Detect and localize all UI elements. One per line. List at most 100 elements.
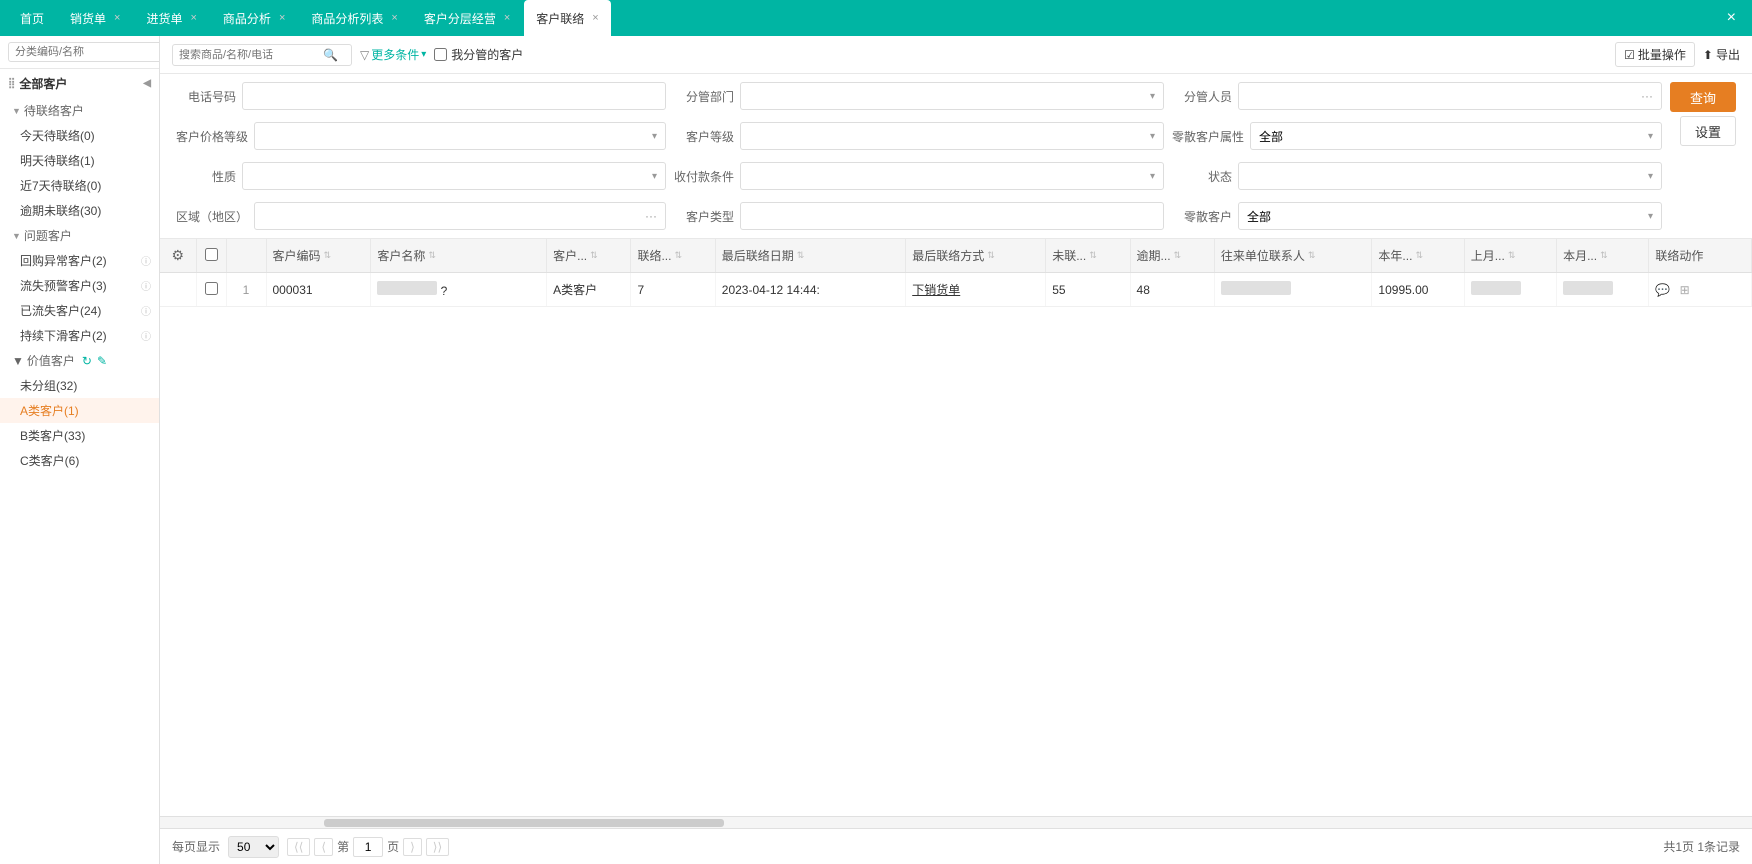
sidebar-item-today[interactable]: 今天待联络(0) xyxy=(0,123,159,148)
phone-input[interactable] xyxy=(242,82,666,110)
customer-level-label: 客户等级 xyxy=(674,128,734,145)
filter-more-btn[interactable]: ▽ 更多条件 ▾ xyxy=(360,46,426,63)
sidebar-search-input[interactable] xyxy=(8,42,160,62)
sort-lastmonth-icon[interactable]: ⇅ xyxy=(1508,250,1516,261)
col-select-all xyxy=(196,239,226,273)
sidebar-problem-group[interactable]: ▼ 问题客户 xyxy=(0,223,159,248)
row-checkbox-cell xyxy=(196,273,226,307)
filter-payment: 收付款条件 ▾ xyxy=(674,162,1164,190)
nav-tab-purchase[interactable]: 进货单 × xyxy=(134,0,208,36)
nav-tab-product-list[interactable]: 商品分析列表 × xyxy=(299,0,409,36)
export-button[interactable]: ⬆ 导出 xyxy=(1703,46,1740,63)
settings-gear-icon[interactable]: ⚙ xyxy=(171,247,184,263)
payment-chevron: ▾ xyxy=(1150,171,1155,182)
close-product-list-icon[interactable]: × xyxy=(391,12,397,24)
sort-code-icon[interactable]: ⇅ xyxy=(324,250,332,261)
customer-type-label: 客户类型 xyxy=(674,208,734,225)
status-select[interactable]: ▾ xyxy=(1238,162,1662,190)
sidebar-all-customers[interactable]: ⣿ 全部客户 ◀ xyxy=(0,69,159,98)
first-page-button[interactable]: ⟨⟨ xyxy=(287,838,310,856)
nav-tab-home[interactable]: 首页 xyxy=(8,0,56,36)
sort-type-icon[interactable]: ⇅ xyxy=(590,250,598,261)
sort-unitcontact-icon[interactable]: ⇅ xyxy=(1308,250,1316,261)
sidebar-item-overdue[interactable]: 逾期未联络(30) xyxy=(0,198,159,223)
horizontal-scrollbar[interactable] xyxy=(160,816,1752,828)
my-customers-checkbox[interactable] xyxy=(434,48,447,61)
scroll-thumb[interactable] xyxy=(324,819,724,827)
row-checkbox[interactable] xyxy=(205,282,218,295)
sidebar-item-abnormal[interactable]: 回购异常客户(2) ⓘ xyxy=(0,248,159,273)
sidebar-item-tomorrow[interactable]: 明天待联络(1) xyxy=(0,148,159,173)
retail-attr-label: 零散客户属性 xyxy=(1172,128,1244,145)
query-button[interactable]: 查询 xyxy=(1670,82,1736,112)
customer-level-select[interactable]: ▾ xyxy=(740,122,1164,150)
close-all-tabs-button[interactable]: × xyxy=(1719,9,1744,27)
filter-search-input[interactable] xyxy=(179,49,319,61)
sidebar-pending-group[interactable]: ▼ 待联络客户 xyxy=(0,98,159,123)
data-table: ⚙ 客户编码 ⇅ xyxy=(160,239,1752,307)
sort-name-icon[interactable]: ⇅ xyxy=(428,250,436,261)
batch-op-button[interactable]: ☑ 批量操作 xyxy=(1615,42,1695,67)
retail-customer-select[interactable]: 全部 ▾ xyxy=(1238,202,1662,230)
row-thismonth-cell xyxy=(1557,273,1649,307)
page-size-label: 每页显示 xyxy=(172,838,220,855)
sidebar-item-lostwarning[interactable]: 流失预警客户(3) ⓘ xyxy=(0,273,159,298)
sort-lastmethod-icon[interactable]: ⇅ xyxy=(987,250,995,261)
sort-lastdate-icon[interactable]: ⇅ xyxy=(797,250,805,261)
payment-select[interactable]: ▾ xyxy=(740,162,1164,190)
refresh-icon[interactable]: ↻ xyxy=(82,354,92,368)
price-level-chevron: ▾ xyxy=(652,131,657,142)
next-page-button[interactable]: ⟩ xyxy=(403,838,422,856)
price-level-select[interactable]: ▾ xyxy=(254,122,666,150)
last-page-button[interactable]: ⟩⟩ xyxy=(426,838,449,856)
sidebar-item-c-class[interactable]: C类客户(6) xyxy=(0,448,159,473)
col-overdue: 逾期... ⇅ xyxy=(1130,239,1214,273)
page-number-input[interactable] xyxy=(353,837,383,857)
sort-thisyear-icon[interactable]: ⇅ xyxy=(1415,250,1423,261)
region-input[interactable]: ··· xyxy=(254,202,666,230)
sort-nocontact-icon[interactable]: ⇅ xyxy=(1089,250,1097,261)
customer-level-chevron: ▾ xyxy=(1150,131,1155,142)
close-purchase-icon[interactable]: × xyxy=(190,12,196,24)
col-last-month: 上月... ⇅ xyxy=(1464,239,1556,273)
sidebar-item-unclassified[interactable]: 未分组(32) xyxy=(0,373,159,398)
filter-search-icon[interactable]: 🔍 xyxy=(323,48,338,62)
sidebar-item-declining[interactable]: 持续下滑客户(2) ⓘ xyxy=(0,323,159,348)
sort-thismonth-icon[interactable]: ⇅ xyxy=(1600,250,1608,261)
last-method-link[interactable]: 下销货单 xyxy=(912,283,960,297)
filter-row-1: 电话号码 分管部门 ▾ 分管人员 xyxy=(176,82,1662,110)
action-qr-icon[interactable]: ⊞ xyxy=(1680,283,1690,297)
prev-page-button[interactable]: ⟨ xyxy=(314,838,333,856)
dept-select[interactable]: ▾ xyxy=(740,82,1164,110)
sidebar-item-lost[interactable]: 已流失客户(24) ⓘ xyxy=(0,298,159,323)
nav-tab-customer-tier[interactable]: 客户分层经营 × xyxy=(412,0,522,36)
select-all-checkbox[interactable] xyxy=(205,248,218,261)
sidebar-collapse-icon[interactable]: ◀ xyxy=(143,78,151,89)
setting-button[interactable]: 设置 xyxy=(1680,116,1736,146)
nav-tab-product-analysis[interactable]: 商品分析 × xyxy=(211,0,297,36)
col-last-method: 最后联络方式 ⇅ xyxy=(906,239,1046,273)
close-product-analysis-icon[interactable]: × xyxy=(279,12,285,24)
nature-select[interactable]: ▾ xyxy=(242,162,666,190)
nav-tab-sales[interactable]: 销货单 × xyxy=(58,0,132,36)
row-lastdate-cell: 2023-04-12 14:44: xyxy=(715,273,905,307)
sort-overdue-icon[interactable]: ⇅ xyxy=(1174,250,1182,261)
page-size-select[interactable]: 50 100 200 xyxy=(228,836,279,858)
sidebar-item-7days[interactable]: 近7天待联络(0) xyxy=(0,173,159,198)
customer-type-input[interactable] xyxy=(740,202,1164,230)
close-customer-tier-icon[interactable]: × xyxy=(504,12,510,24)
close-customer-contact-icon[interactable]: × xyxy=(592,12,598,24)
close-sales-icon[interactable]: × xyxy=(114,12,120,24)
edit-icon[interactable]: ✎ xyxy=(97,354,107,368)
action-chat-icon[interactable]: 💬 xyxy=(1655,283,1670,297)
sidebar-item-a-class[interactable]: A类客户(1) xyxy=(0,398,159,423)
advanced-filter: 电话号码 分管部门 ▾ 分管人员 xyxy=(160,74,1752,239)
sidebar-item-b-class[interactable]: B类客户(33) xyxy=(0,423,159,448)
nav-tab-customer-contact[interactable]: 客户联络 × xyxy=(524,0,610,36)
blurred-unit-contact xyxy=(1221,281,1291,295)
retail-attr-select[interactable]: 全部 ▾ xyxy=(1250,122,1662,150)
manager-input[interactable]: ··· xyxy=(1238,82,1662,110)
payment-label: 收付款条件 xyxy=(674,168,734,185)
info-icon-lostwarning: ⓘ xyxy=(141,278,151,293)
sort-contact-icon[interactable]: ⇅ xyxy=(674,250,682,261)
